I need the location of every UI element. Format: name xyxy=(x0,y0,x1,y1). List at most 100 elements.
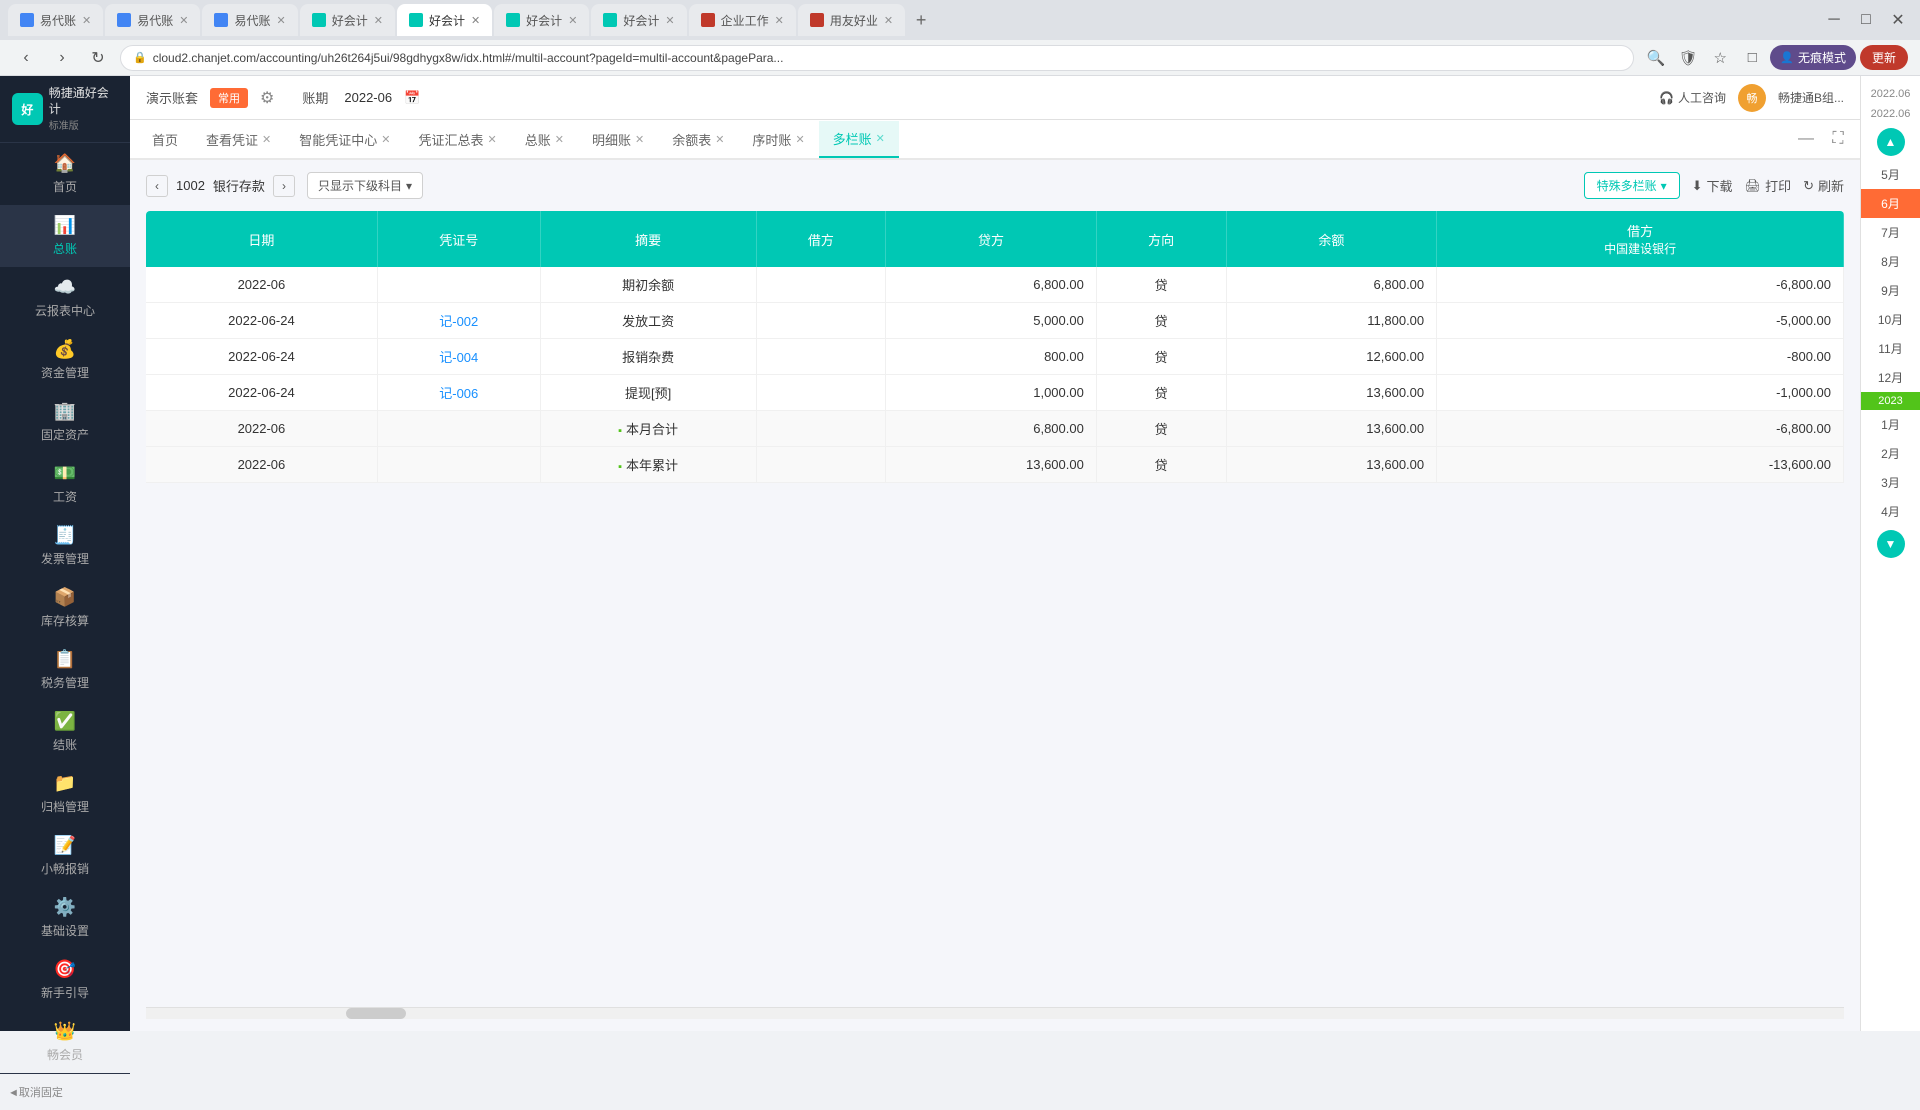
tab-qiye[interactable]: 企业工作 ✕ xyxy=(689,4,796,36)
cancel-fixed-button[interactable]: ◄取消固定 xyxy=(0,1073,130,1110)
tab-general-ledger[interactable]: 总账 ✕ xyxy=(511,122,578,157)
account-next-button[interactable]: › xyxy=(273,175,295,197)
summary-icon-2: ▪ xyxy=(618,461,622,473)
window-icon[interactable]: □ xyxy=(1738,44,1766,72)
url-bar[interactable]: 🔒 cloud2.chanjet.com/accounting/uh26t264… xyxy=(120,45,1634,71)
tab-general-ledger-close[interactable]: ✕ xyxy=(555,133,564,146)
month-october[interactable]: 10月 xyxy=(1861,305,1920,334)
tab-multi-column-close[interactable]: ✕ xyxy=(876,132,885,145)
sidebar-item-expense[interactable]: 📝 小畅报销 xyxy=(0,825,130,887)
tab-close-3[interactable]: ✕ xyxy=(276,14,285,27)
tab-close-6[interactable]: ✕ xyxy=(568,14,577,27)
tab-yidaizhang-2[interactable]: 易代账 ✕ xyxy=(105,4,200,36)
scroll-up-button[interactable]: ▲ xyxy=(1877,128,1905,156)
tab-sequence-ledger[interactable]: 序时账 ✕ xyxy=(738,122,818,157)
tab-close-2[interactable]: ✕ xyxy=(179,14,188,27)
print-button[interactable]: 🖨 打印 xyxy=(1745,176,1792,195)
incognito-button[interactable]: 👤 无痕模式 xyxy=(1770,45,1856,70)
tab-close-7[interactable]: ✕ xyxy=(665,14,674,27)
month-july[interactable]: 7月 xyxy=(1861,218,1920,247)
month-september[interactable]: 9月 xyxy=(1861,276,1920,305)
scroll-down-button[interactable]: ▼ xyxy=(1877,530,1905,558)
table-row: 2022-06-24 记-002 发放工资 5,000.00 贷 11,800.… xyxy=(146,303,1844,339)
browser-chrome: 易代账 ✕ 易代账 ✕ 易代账 ✕ 好会计 ✕ 好会计 ✕ 好会计 ✕ 好会计 … xyxy=(0,0,1920,40)
help-button[interactable]: 🎧 人工咨询 xyxy=(1659,89,1726,106)
account-prev-button[interactable]: ‹ xyxy=(146,175,168,197)
tab-balance-table-close[interactable]: ✕ xyxy=(715,133,724,146)
tab-yonyou[interactable]: 用友好业 ✕ xyxy=(798,4,905,36)
refresh-nav-button[interactable]: ↻ xyxy=(84,44,112,72)
tab-yidaizhang-1[interactable]: 易代账 ✕ xyxy=(8,4,103,36)
tab-multi-column[interactable]: 多栏账 ✕ xyxy=(819,121,899,158)
tab-haokuaiji-2[interactable]: 好会计 ✕ xyxy=(494,4,589,36)
sidebar-item-ledger[interactable]: 📊 总账 xyxy=(0,205,130,267)
sidebar-item-tax[interactable]: 📋 税务管理 xyxy=(0,639,130,701)
sidebar-item-member[interactable]: 👑 畅会员 xyxy=(0,1011,130,1073)
forward-button[interactable]: › xyxy=(48,44,76,72)
filter-select[interactable]: 只显示下级科目 ▾ xyxy=(307,172,423,199)
month-jan[interactable]: 1月 xyxy=(1861,410,1920,439)
calendar-icon[interactable]: 📅 xyxy=(404,90,420,106)
sidebar-item-invoice[interactable]: 🧾 发票管理 xyxy=(0,515,130,577)
back-button[interactable]: ‹ xyxy=(12,44,40,72)
sidebar-item-home[interactable]: 🏠 首页 xyxy=(0,143,130,205)
tab-smart-voucher-close[interactable]: ✕ xyxy=(381,133,390,146)
tab-close-9[interactable]: ✕ xyxy=(884,14,893,27)
sidebar-item-fund[interactable]: 💰 资金管理 xyxy=(0,329,130,391)
tab-voucher-summary[interactable]: 凭证汇总表 ✕ xyxy=(404,122,510,157)
tab-balance-table[interactable]: 余额表 ✕ xyxy=(658,122,738,157)
tab-smart-voucher[interactable]: 智能凭证中心 ✕ xyxy=(285,122,404,157)
multi-col-button[interactable]: 特殊多栏账 ▾ xyxy=(1584,172,1680,199)
sidebar-item-archive[interactable]: 📁 归档管理 xyxy=(0,763,130,825)
horizontal-scrollbar[interactable] xyxy=(146,1007,1844,1019)
tab-close-8[interactable]: ✕ xyxy=(775,14,784,27)
tab-haokuaiji-1[interactable]: 好会计 ✕ xyxy=(300,4,395,36)
tab-voucher-summary-close[interactable]: ✕ xyxy=(488,133,497,146)
sidebar-item-cloud-report[interactable]: ☁️ 云报表中心 xyxy=(0,267,130,329)
month-december[interactable]: 12月 xyxy=(1861,363,1920,392)
topbar-settings-icon[interactable]: ⚙ xyxy=(260,88,274,108)
download-button[interactable]: ⬇ 下载 xyxy=(1692,176,1733,195)
month-may[interactable]: 5月 xyxy=(1861,160,1920,189)
tab-home[interactable]: 首页 xyxy=(138,122,192,157)
tab-close-1[interactable]: ✕ xyxy=(82,14,91,27)
tab-view-voucher[interactable]: 查看凭证 ✕ xyxy=(192,122,285,157)
month-feb[interactable]: 2月 xyxy=(1861,439,1920,468)
sidebar-item-inventory[interactable]: 📦 库存核算 xyxy=(0,577,130,639)
star-icon[interactable]: ☆ xyxy=(1706,44,1734,72)
month-march[interactable]: 3月 xyxy=(1861,468,1920,497)
month-november[interactable]: 11月 xyxy=(1861,334,1920,363)
month-june[interactable]: 6月 xyxy=(1861,189,1920,218)
tab-close-4[interactable]: ✕ xyxy=(374,14,383,27)
minimize-button[interactable]: ─ xyxy=(1820,6,1848,34)
tab-yidaizhang-3[interactable]: 易代账 ✕ xyxy=(202,4,297,36)
sidebar-item-fixed-assets[interactable]: 🏢 固定资产 xyxy=(0,391,130,453)
shield-icon[interactable]: 🛡 xyxy=(1674,44,1702,72)
voucher-link-004[interactable]: 记-004 xyxy=(439,350,478,365)
tab-detail-ledger-close[interactable]: ✕ xyxy=(635,133,644,146)
sidebar-item-salary[interactable]: 💵 工资 xyxy=(0,453,130,515)
refresh-button[interactable]: ↻ 刷新 xyxy=(1803,176,1844,195)
update-button[interactable]: 更新 xyxy=(1860,45,1908,70)
month-april[interactable]: 4月 xyxy=(1861,497,1920,526)
month-august[interactable]: 8月 xyxy=(1861,247,1920,276)
tab-close-5[interactable]: ✕ xyxy=(471,14,480,27)
search-icon[interactable]: 🔍 xyxy=(1642,44,1670,72)
restore-button[interactable]: □ xyxy=(1852,6,1880,34)
tab-sequence-ledger-close[interactable]: ✕ xyxy=(795,133,804,146)
tab-haokuaiji-3[interactable]: 好会计 ✕ xyxy=(591,4,686,36)
tab-view-voucher-close[interactable]: ✕ xyxy=(262,133,271,146)
voucher-link-006[interactable]: 记-006 xyxy=(439,386,478,401)
close-button[interactable]: ✕ xyxy=(1884,6,1912,34)
sidebar-item-settings[interactable]: ⚙️ 基础设置 xyxy=(0,887,130,949)
sidebar-item-close-account[interactable]: ✅ 结账 xyxy=(0,701,130,763)
new-tab-button[interactable]: + xyxy=(907,6,935,34)
tab-minimize-icon[interactable]: — xyxy=(1792,125,1820,153)
sidebar-item-guide[interactable]: 🎯 新手引导 xyxy=(0,949,130,1011)
tab-haokuaiji-active[interactable]: 好会计 ✕ xyxy=(397,4,492,36)
tab-expand-icon[interactable]: ⛶ xyxy=(1824,125,1852,153)
tab-detail-ledger[interactable]: 明细账 ✕ xyxy=(578,122,658,157)
voucher-link-002[interactable]: 记-002 xyxy=(439,314,478,329)
content-area: ‹ 1002 银行存款 › 只显示下级科目 ▾ 特殊多栏账 ▾ ⬇ xyxy=(130,160,1860,1031)
scrollbar-thumb[interactable] xyxy=(346,1008,406,1019)
